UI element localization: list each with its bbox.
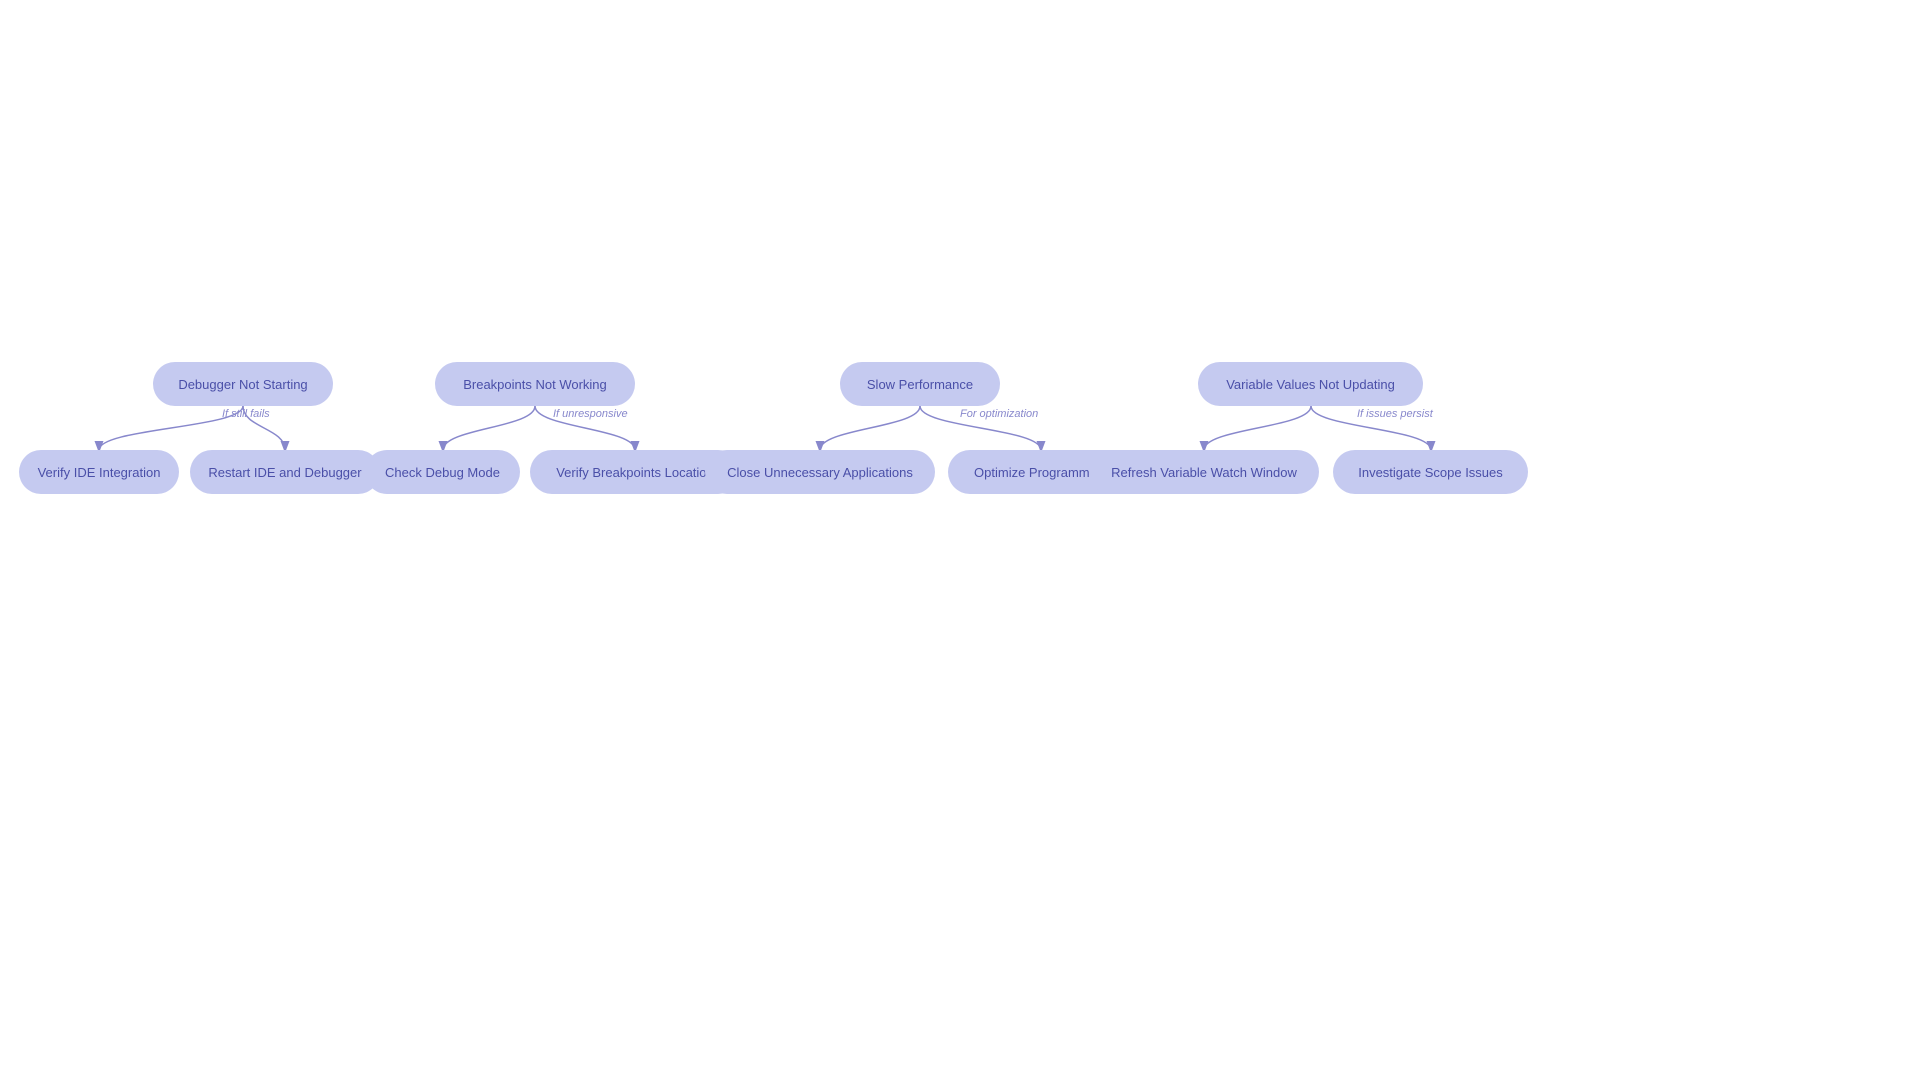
node-investigate-scope[interactable]: Investigate Scope Issues (1333, 450, 1528, 494)
diagram-container: Debugger Not Starting Verify IDE Integra… (0, 0, 1920, 1083)
edge-label-unresponsive: If unresponsive (553, 408, 628, 420)
connections-svg (0, 0, 1920, 1083)
node-check-debug-mode[interactable]: Check Debug Mode (365, 450, 520, 494)
node-restart-ide[interactable]: Restart IDE and Debugger (190, 450, 380, 494)
node-refresh-variable[interactable]: Refresh Variable Watch Window (1089, 450, 1319, 494)
edge-label-still-fails: If still fails (222, 408, 270, 420)
node-debugger-not-starting[interactable]: Debugger Not Starting (153, 362, 333, 406)
node-verify-ide[interactable]: Verify IDE Integration (19, 450, 179, 494)
node-breakpoints-not-working[interactable]: Breakpoints Not Working (435, 362, 635, 406)
node-close-unnecessary[interactable]: Close Unnecessary Applications (705, 450, 935, 494)
edge-label-issues-persist: If issues persist (1357, 408, 1433, 420)
node-slow-performance[interactable]: Slow Performance (840, 362, 1000, 406)
edge-label-optimization: For optimization (960, 408, 1038, 420)
node-variable-not-updating[interactable]: Variable Values Not Updating (1198, 362, 1423, 406)
